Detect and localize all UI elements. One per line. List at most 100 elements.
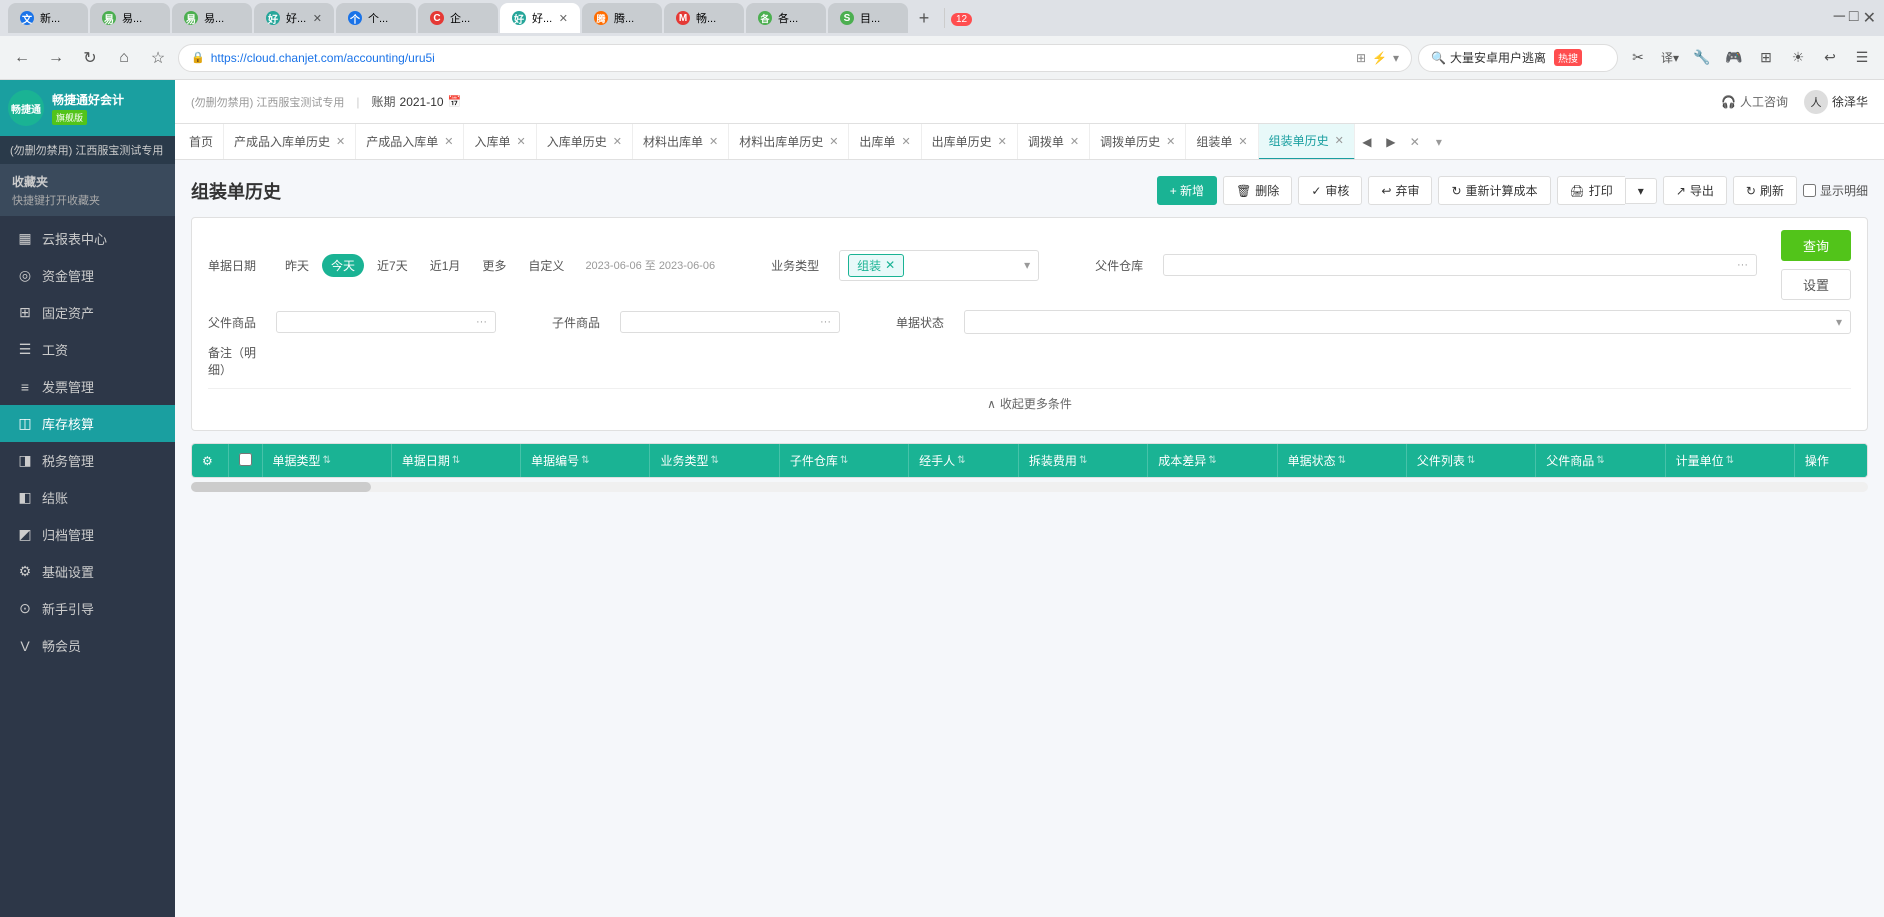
print-dropdown-button[interactable]: ▾ [1625, 178, 1657, 204]
tab-close-inbound-history[interactable]: ✕ [613, 135, 622, 148]
period-selector[interactable]: 账期 2021-10 📅 [372, 93, 462, 110]
tab-transfer-history[interactable]: 调拨单历史 ✕ [1090, 124, 1186, 160]
th-parent-item[interactable]: 父件商品 ⇅ [1536, 444, 1665, 477]
tab-close-all-btn[interactable]: ✕ [1403, 130, 1427, 154]
calendar-icon[interactable]: 📅 [448, 95, 462, 108]
print-button[interactable]: 🖨 打印 [1557, 176, 1625, 205]
company-selector[interactable]: (勿删勿禁用) 江西服宝测试专用 [0, 136, 175, 165]
address-qr-icon[interactable]: ⊞ [1356, 51, 1366, 65]
date-btn-1month[interactable]: 近1月 [421, 254, 470, 277]
date-btn-more[interactable]: 更多 [473, 254, 515, 277]
tab-home[interactable]: 首页 [179, 124, 224, 160]
order-status-chevron[interactable]: ▾ [1836, 315, 1842, 329]
sidebar-item-guide[interactable]: ⊙ 新手引导 [0, 590, 175, 627]
query-button[interactable]: 查询 [1781, 230, 1851, 261]
parent-warehouse-dots[interactable]: ··· [1737, 259, 1748, 271]
address-bolt-icon[interactable]: ⚡ [1372, 51, 1387, 65]
browser-tab-7[interactable]: 好 好... ✕ [500, 3, 580, 33]
recalculate-button[interactable]: ↻ 重新计算成本 [1438, 176, 1550, 205]
date-btn-today[interactable]: 今天 [322, 254, 364, 277]
tab-close-finished[interactable]: ✕ [444, 135, 453, 148]
th-unit[interactable]: 计量单位 ⇅ [1665, 444, 1794, 477]
tab-close-outbound-history[interactable]: ✕ [998, 135, 1007, 148]
forward-button[interactable]: → [42, 44, 70, 72]
browser-tab-11[interactable]: S 目... [828, 3, 908, 33]
settings-button[interactable]: 设置 [1781, 269, 1851, 300]
tab-material-out[interactable]: 材料出库单 ✕ [633, 124, 729, 160]
show-detail-checkbox-label[interactable]: 显示明细 [1803, 182, 1868, 199]
browser-tab-6[interactable]: C 企... [418, 3, 498, 33]
new-tab-button[interactable]: + [910, 4, 938, 32]
th-number[interactable]: 单据编号 ⇅ [521, 444, 650, 477]
tab-close-assembly[interactable]: ✕ [1238, 135, 1247, 148]
browser-tab-10[interactable]: 各 各... [746, 3, 826, 33]
sidebar-item-inventory[interactable]: ◫ 库存核算 [0, 405, 175, 442]
export-button[interactable]: ↗ 导出 [1663, 176, 1727, 205]
browser-tab-1[interactable]: 文 新... [8, 3, 88, 33]
browser-tab-9[interactable]: M 畅... [664, 3, 744, 33]
tab-right-btn[interactable]: ▶ [1379, 130, 1403, 154]
date-btn-yesterday[interactable]: 昨天 [276, 254, 318, 277]
tab-transfer[interactable]: 调拨单 ✕ [1018, 124, 1090, 160]
tab-close-transfer[interactable]: ✕ [1070, 135, 1079, 148]
th-settings[interactable]: ⚙ [192, 444, 228, 477]
bookmark-button[interactable]: ☆ [144, 44, 172, 72]
minimize-btn[interactable]: ─ [1834, 8, 1845, 28]
translate-icon[interactable]: 译▾ [1656, 44, 1684, 72]
tab-close-inbound[interactable]: ✕ [517, 135, 526, 148]
refresh-button[interactable]: ↻ [76, 44, 104, 72]
delete-button[interactable]: 🗑 删除 [1223, 176, 1292, 205]
tab-outbound[interactable]: 出库单 ✕ [849, 124, 921, 160]
biz-type-selector[interactable]: 组装 ✕ ▾ [839, 250, 1039, 281]
sidebar-item-member[interactable]: V 畅会员 [0, 627, 175, 664]
sidebar-item-settings[interactable]: ⚙ 基础设置 [0, 553, 175, 590]
game-icon[interactable]: 🎮 [1720, 44, 1748, 72]
audit-button[interactable]: ✓ 审核 [1298, 176, 1362, 205]
browser-tab-4[interactable]: 好 好... ✕ [254, 3, 334, 33]
abandon-button[interactable]: ↩ 弃审 [1368, 176, 1432, 205]
tab-inbound-history[interactable]: 入库单历史 ✕ [537, 124, 633, 160]
favorites-section[interactable]: 收藏夹 快捷键打开收藏夹 [0, 165, 175, 216]
parent-item-input[interactable]: ··· [276, 311, 496, 333]
tab-close-material-out[interactable]: ✕ [709, 135, 718, 148]
sun-icon[interactable]: ☀ [1784, 44, 1812, 72]
scroll-thumb[interactable] [191, 482, 371, 492]
tab-close-7[interactable]: ✕ [559, 12, 568, 25]
address-bar[interactable]: 🔒 https://cloud.chanjet.com/accounting/u… [178, 44, 1412, 72]
browser-tab-8[interactable]: 腾 腾... [582, 3, 662, 33]
child-item-dots[interactable]: ··· [820, 316, 831, 328]
th-status[interactable]: 单据状态 ⇅ [1277, 444, 1406, 477]
undo-icon[interactable]: ↩ [1816, 44, 1844, 72]
extension-icon[interactable]: 🔧 [1688, 44, 1716, 72]
sidebar-item-tax[interactable]: ◨ 税务管理 [0, 442, 175, 479]
column-settings-icon[interactable]: ⚙ [202, 454, 213, 468]
th-type[interactable]: 单据类型 ⇅ [262, 444, 391, 477]
new-button[interactable]: + 新增 [1157, 176, 1217, 205]
back-button[interactable]: ← [8, 44, 36, 72]
th-cost-diff[interactable]: 成本差异 ⇅ [1148, 444, 1277, 477]
th-dismantle-cost[interactable]: 拆装费用 ⇅ [1018, 444, 1147, 477]
browser-tab-3[interactable]: 易 易... [172, 3, 252, 33]
search-bar[interactable]: 🔍 大量安卓用户逃离 热搜 [1418, 44, 1618, 72]
sidebar-item-salary[interactable]: ☰ 工资 [0, 331, 175, 368]
tab-close-assembly-history[interactable]: ✕ [1335, 134, 1344, 147]
tab-close-material-out-history[interactable]: ✕ [829, 135, 838, 148]
date-btn-custom[interactable]: 自定义 [519, 254, 573, 277]
horizontal-scrollbar[interactable] [191, 482, 1868, 492]
tab-outbound-history[interactable]: 出库单历史 ✕ [922, 124, 1018, 160]
tab-finished[interactable]: 产成品入库单 ✕ [356, 124, 464, 160]
tab-material-out-history[interactable]: 材料出库单历史 ✕ [729, 124, 849, 160]
browser-tab-5[interactable]: 个 个... [336, 3, 416, 33]
th-child-warehouse[interactable]: 子件仓库 ⇅ [779, 444, 908, 477]
tab-close-finished-history[interactable]: ✕ [336, 135, 345, 148]
th-handler[interactable]: 经手人 ⇅ [909, 444, 1019, 477]
biz-type-tag-close[interactable]: ✕ [885, 258, 895, 272]
sidebar-item-invoice[interactable]: ≡ 发票管理 [0, 368, 175, 405]
date-btn-7days[interactable]: 近7天 [368, 254, 417, 277]
tab-more-btn[interactable]: ▾ [1427, 130, 1451, 154]
th-date[interactable]: 单据日期 ⇅ [391, 444, 520, 477]
close-btn[interactable]: ✕ [1863, 8, 1876, 28]
th-parent-list[interactable]: 父件列表 ⇅ [1406, 444, 1535, 477]
refresh-button-page[interactable]: ↻ 刷新 [1733, 176, 1797, 205]
menu-icon[interactable]: ☰ [1848, 44, 1876, 72]
